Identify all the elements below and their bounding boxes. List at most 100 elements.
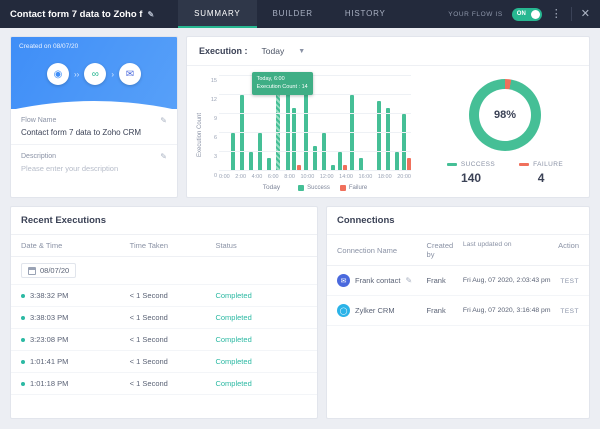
execution-row[interactable]: 3:38:03 PM < 1 Second Completed xyxy=(11,307,317,329)
connection-name: Frank contact xyxy=(355,276,401,285)
y-tick-label: 3 xyxy=(213,154,217,160)
bar-group-20:00 xyxy=(401,76,411,171)
date-chip[interactable]: 08/07/20 xyxy=(21,263,77,278)
chart-legend: Success Failure xyxy=(298,184,368,191)
flow-name-section: Flow Name ✎ Contact form 7 data to Zoho … xyxy=(11,109,177,144)
chart-footer: Today Success Failure xyxy=(219,184,411,191)
connection-row[interactable]: ◯ Zylker CRM Frank Fri Aug, 07 2020, 3:16:4… xyxy=(327,296,589,326)
chevron-down-icon: ▼ xyxy=(298,47,306,55)
tab-history[interactable]: HISTORY xyxy=(329,0,402,28)
bottom-row: Recent Executions Date & Time Time Taken… xyxy=(10,206,590,419)
execution-status: Completed xyxy=(215,291,252,300)
execution-body: Execution Count Today, 6:00 Execution Co… xyxy=(187,66,589,197)
legend-label: Failure xyxy=(348,184,368,191)
bar-group-2:00 xyxy=(237,76,246,171)
failure-label: FAILURE xyxy=(533,160,564,168)
success-bar[interactable] xyxy=(303,88,308,171)
description-placeholder[interactable]: Please enter your description xyxy=(21,164,167,173)
failure-legend-swatch xyxy=(339,184,346,191)
x-tick-label: 6:00 xyxy=(267,174,279,180)
bar-group-19:00 xyxy=(393,76,402,171)
edit-flow-name-icon[interactable]: ✎ xyxy=(160,116,167,125)
x-tick-label: 20:00 xyxy=(397,174,411,180)
execution-row[interactable]: 1:01:18 PM < 1 Second Completed xyxy=(11,373,317,395)
connection-row[interactable]: ✉ Frank contact ✎ Frank Fri Aug, 07 2020, 2:… xyxy=(327,266,589,296)
legend-item-failure: Failure xyxy=(339,184,368,191)
bar-group-13:00 xyxy=(337,76,347,171)
success-bar[interactable] xyxy=(337,152,342,171)
flow-title-text: Contact form 7 data to Zoho f xyxy=(10,8,143,20)
tooltip-line1: Today, 6:00 xyxy=(256,76,285,82)
success-bar[interactable] xyxy=(230,133,235,171)
success-failure-stats: SUCCESS 140 FAILURE 4 xyxy=(446,160,564,185)
execution-time: 1:01:41 PM xyxy=(30,357,69,366)
execution-time: 3:38:03 PM xyxy=(30,313,69,322)
success-bar[interactable] xyxy=(376,101,381,171)
column-connection-name: Connection Name xyxy=(337,245,398,255)
test-connection-link[interactable]: TEST xyxy=(560,308,579,315)
edit-title-icon[interactable]: ✎ xyxy=(147,10,154,19)
success-bar[interactable] xyxy=(386,107,391,171)
edit-description-icon[interactable]: ✎ xyxy=(160,152,167,161)
execution-chart-plot[interactable]: Today, 6:00 Execution Count : 14 0 3 6 9 12 1… xyxy=(211,72,411,179)
success-bar[interactable] xyxy=(239,95,244,171)
connections-header: Connection Name Created by Last updated … xyxy=(327,235,589,266)
success-bar[interactable] xyxy=(401,114,406,171)
gridline: 0 xyxy=(214,170,411,179)
success-bar[interactable] xyxy=(395,152,400,171)
donut-center-label: 98% xyxy=(479,88,531,141)
topbar-right: YOUR FLOW IS ON ⋮ ✕ xyxy=(448,0,600,28)
range-dropdown[interactable]: Today ▼ xyxy=(258,44,310,58)
x-tick-label: 8:00 xyxy=(284,174,295,180)
flow-summary-card: Created on 08/07/20 ◉ ›› ∞ › ✉ Flow Name… xyxy=(10,36,178,198)
description-section: Description ✎ Please enter your descript… xyxy=(11,144,177,180)
success-bar[interactable] xyxy=(312,145,317,171)
gridline: 9 xyxy=(214,113,411,122)
column-action: Action xyxy=(558,241,579,250)
gridline: 3 xyxy=(214,151,411,160)
toggle-knob xyxy=(530,9,540,19)
tab-summary[interactable]: SUMMARY xyxy=(178,0,257,28)
x-tick-label: 4:00 xyxy=(251,174,263,180)
success-bar[interactable] xyxy=(248,152,253,171)
divider xyxy=(570,7,572,21)
test-connection-link[interactable]: TEST xyxy=(560,278,579,285)
bar-group-15:00 xyxy=(356,76,365,171)
date-group-value: 08/07/20 xyxy=(40,266,70,275)
gridline: 6 xyxy=(214,132,411,141)
success-bar[interactable] xyxy=(276,82,281,171)
kebab-menu-icon[interactable]: ⋮ xyxy=(551,8,562,20)
execution-card: Execution : Today ▼ Execution Count Toda… xyxy=(186,36,590,198)
x-tick-label: 2:00 xyxy=(235,174,247,180)
execution-time: 3:23:08 PM xyxy=(30,335,69,344)
success-bar[interactable] xyxy=(258,133,263,171)
y-tick-label: 6 xyxy=(213,135,217,141)
close-icon[interactable]: ✕ xyxy=(581,8,590,20)
arrow-icon: › xyxy=(111,69,114,79)
success-bar[interactable] xyxy=(349,95,354,171)
execution-row[interactable]: 3:23:08 PM < 1 Second Completed xyxy=(11,329,317,351)
success-dash-icon xyxy=(446,162,457,166)
x-tick-label: 10:00 xyxy=(300,174,315,180)
top-row: Created on 08/07/20 ◉ ›› ∞ › ✉ Flow Name… xyxy=(10,36,590,198)
tab-builder[interactable]: BUILDER xyxy=(257,0,329,28)
status-dot xyxy=(21,359,25,364)
success-rate-donut: 98% xyxy=(469,78,541,151)
bar-group-14:00 xyxy=(347,76,356,171)
status-dot xyxy=(21,293,25,298)
time-taken: < 1 Second xyxy=(129,357,168,366)
bar-group-11:00 xyxy=(320,76,329,171)
time-taken: < 1 Second xyxy=(129,379,168,388)
success-bar[interactable] xyxy=(292,107,297,171)
execution-row[interactable]: 1:01:41 PM < 1 Second Completed xyxy=(11,351,317,373)
execution-header: Execution : Today ▼ xyxy=(187,37,589,66)
success-bar[interactable] xyxy=(322,133,327,171)
execution-row[interactable]: 3:38:32 PM < 1 Second Completed xyxy=(11,285,317,307)
connections-rows: ✉ Frank contact ✎ Frank Fri Aug, 07 2020, 2:… xyxy=(327,266,589,326)
connections-title: Connections xyxy=(327,207,589,235)
x-axis-ticks: 0:00 2:00 4:00 6:00 8:00 10:00 12:00 14:00 16:00… xyxy=(219,174,411,180)
column-status: Status xyxy=(215,241,237,250)
flow-on-toggle[interactable]: ON xyxy=(511,7,542,21)
edit-connection-icon[interactable]: ✎ xyxy=(405,276,412,285)
success-bar[interactable] xyxy=(285,88,290,171)
